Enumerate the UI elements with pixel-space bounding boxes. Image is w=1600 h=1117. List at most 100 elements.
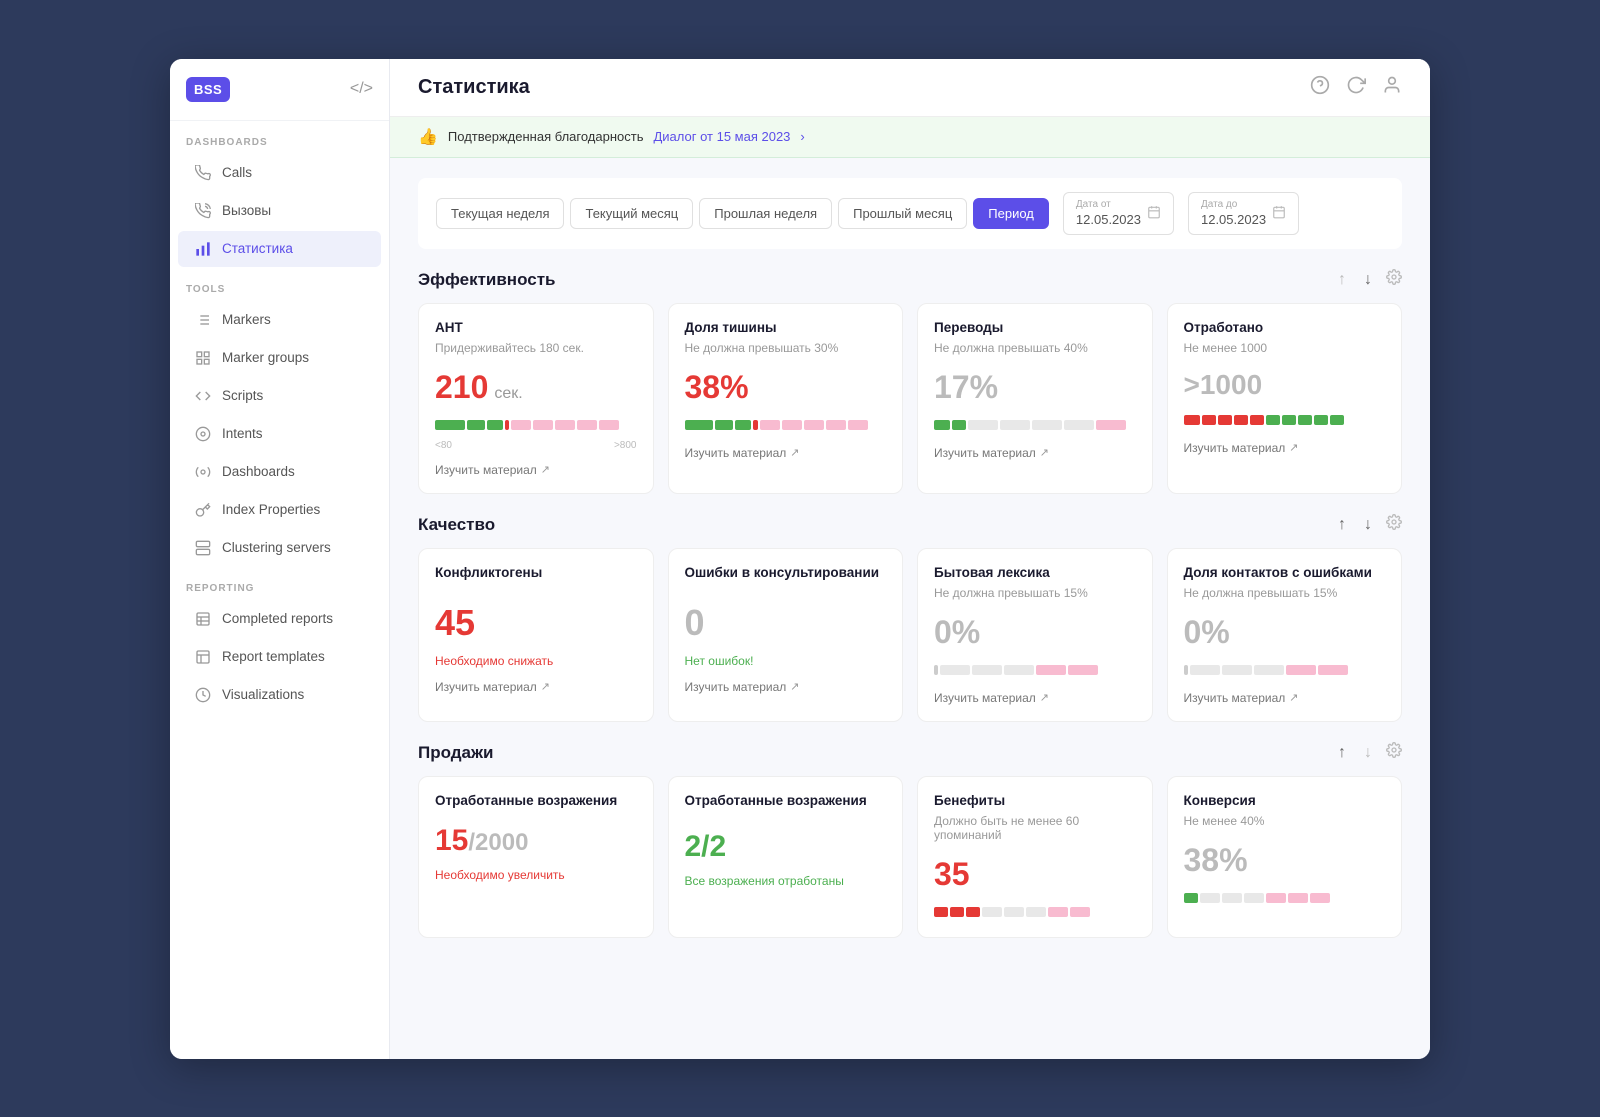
section-p-up-icon[interactable]: ↑ xyxy=(1334,742,1350,764)
external-link-icon-4: ↗ xyxy=(1289,441,1298,454)
card-objections-1-value: 15 xyxy=(435,824,468,858)
card-silence-title: Доля тишины xyxy=(685,320,887,335)
section-kachestvo-title: Качество xyxy=(418,515,495,535)
section-p-gear-icon[interactable] xyxy=(1386,742,1402,763)
sidebar-item-marker-groups-label: Marker groups xyxy=(222,350,309,365)
card-completed-subtitle: Не менее 1000 xyxy=(1184,341,1386,355)
card-ant-link[interactable]: Изучить материал ↗ xyxy=(435,463,637,477)
card-silence: Доля тишины Не должна превышать 30% 38% xyxy=(668,303,904,494)
notification-link[interactable]: Диалог от 15 мая 2023 xyxy=(653,129,790,144)
card-ant-subtitle: Придерживайтесь 180 сек. xyxy=(435,341,637,355)
filter-prev-month[interactable]: Прошлый месяц xyxy=(838,198,967,229)
sidebar-item-index-properties[interactable]: Index Properties xyxy=(178,492,381,528)
card-objections-2-title: Отработанные возражения xyxy=(685,793,887,808)
card-bytovaya-subtitle: Не должна превышать 15% xyxy=(934,586,1136,600)
sidebar-item-dashboards-label: Dashboards xyxy=(222,464,295,479)
sidebar-item-statistika-label: Статистика xyxy=(222,241,293,256)
card-completed-link[interactable]: Изучить материал ↗ xyxy=(1184,441,1386,455)
page-title: Статистика xyxy=(418,76,530,99)
card-consulting-errors-status: Нет ошибок! xyxy=(685,654,887,668)
reporting-section-label: REPORTING xyxy=(170,567,389,600)
sidebar-item-report-templates[interactable]: Report templates xyxy=(178,639,381,675)
notification-text: Подтвержденная благодарность xyxy=(448,129,644,144)
date-to-value: 12.05.2023 xyxy=(1201,212,1266,227)
sidebar-item-completed-reports[interactable]: Completed reports xyxy=(178,601,381,637)
card-bytovaya-link[interactable]: Изучить материал ↗ xyxy=(934,691,1136,705)
visualizations-icon xyxy=(194,686,212,704)
date-filter: Текущая неделя Текущий месяц Прошлая нед… xyxy=(418,178,1402,249)
section-prodazhi-header: Продажи ↑ ↓ xyxy=(418,742,1402,764)
sidebar-item-markers[interactable]: Markers xyxy=(178,302,381,338)
dashboards-icon xyxy=(194,463,212,481)
card-consulting-errors: Ошибки в консультировании 0 Нет ошибок! … xyxy=(668,548,904,722)
date-from-value: 12.05.2023 xyxy=(1076,212,1141,227)
section-up-icon[interactable]: ↑ xyxy=(1334,269,1350,291)
sidebar-item-marker-groups[interactable]: Marker groups xyxy=(178,340,381,376)
card-completed: Отработано Не менее 1000 >1000 xyxy=(1167,303,1403,494)
card-benefits: Бенефиты Должно быть не менее 60 упомина… xyxy=(917,776,1153,938)
filter-prev-week[interactable]: Прошлая неделя xyxy=(699,198,832,229)
sidebar-item-report-templates-label: Report templates xyxy=(222,649,325,664)
card-conflictogens-link[interactable]: Изучить материал ↗ xyxy=(435,680,637,694)
card-ant-value: 210 xyxy=(435,369,488,406)
filter-current-month[interactable]: Текущий месяц xyxy=(570,198,693,229)
main-content: Статистика 👍 Подтвержденная благодарност… xyxy=(390,59,1430,1059)
card-contacts-errors: Доля контактов с ошибками Не должна прев… xyxy=(1167,548,1403,722)
main-scrollable: Текущая неделя Текущий месяц Прошлая нед… xyxy=(390,158,1430,1059)
section-gear-icon[interactable] xyxy=(1386,269,1402,290)
sidebar-item-intents[interactable]: Intents xyxy=(178,416,381,452)
sidebar-item-visualizations-label: Visualizations xyxy=(222,687,304,702)
card-transfers-value: 17% xyxy=(934,369,998,405)
user-icon[interactable] xyxy=(1382,75,1402,100)
logo: BSS xyxy=(186,77,230,102)
sidebar-item-clustering-servers-label: Clustering servers xyxy=(222,540,331,555)
help-icon[interactable] xyxy=(1310,75,1330,100)
card-silence-link[interactable]: Изучить материал ↗ xyxy=(685,446,887,460)
card-contacts-errors-link[interactable]: Изучить материал ↗ xyxy=(1184,691,1386,705)
card-transfers-link[interactable]: Изучить материал ↗ xyxy=(934,446,1136,460)
section-effektivnost-controls: ↑ ↓ xyxy=(1334,269,1402,291)
card-silence-value: 38% xyxy=(685,369,749,405)
calendar-to-icon[interactable] xyxy=(1272,205,1286,222)
card-objections-2-value: 2/2 xyxy=(685,830,727,863)
main-header: Статистика xyxy=(390,59,1430,117)
sidebar-item-clustering-servers[interactable]: Clustering servers xyxy=(178,530,381,566)
section-prodazhi: Продажи ↑ ↓ Отработанные возражения xyxy=(418,742,1402,938)
card-transfers-subtitle: Не должна превышать 40% xyxy=(934,341,1136,355)
card-objections-1: Отработанные возражения 15 /2000 Необход… xyxy=(418,776,654,938)
date-from-label: Дата от xyxy=(1076,200,1141,210)
sidebar-item-scripts[interactable]: Scripts xyxy=(178,378,381,414)
section-k-up-icon[interactable]: ↑ xyxy=(1334,514,1350,536)
sidebar-item-vyzovy[interactable]: Вызовы xyxy=(178,193,381,229)
card-ant: АНТ Придерживайтесь 180 сек. 210 сек. xyxy=(418,303,654,494)
date-to-field[interactable]: Дата до 12.05.2023 xyxy=(1188,192,1299,235)
card-conversion-bar xyxy=(1184,893,1386,903)
section-down-icon[interactable]: ↓ xyxy=(1360,269,1376,291)
calendar-from-icon[interactable] xyxy=(1147,205,1161,222)
sidebar-item-statistika[interactable]: Статистика xyxy=(178,231,381,267)
section-k-gear-icon[interactable] xyxy=(1386,514,1402,535)
notification-bar: 👍 Подтвержденная благодарность Диалог от… xyxy=(390,117,1430,158)
section-kachestvo-controls: ↑ ↓ xyxy=(1334,514,1402,536)
sidebar-toggle-icon[interactable]: </> xyxy=(350,80,373,98)
filter-current-week[interactable]: Текущая неделя xyxy=(436,198,564,229)
section-p-down-icon[interactable]: ↓ xyxy=(1360,742,1376,764)
sidebar-item-calls[interactable]: Calls xyxy=(178,155,381,191)
date-from-field[interactable]: Дата от 12.05.2023 xyxy=(1063,192,1174,235)
card-consulting-errors-link[interactable]: Изучить материал ↗ xyxy=(685,680,887,694)
chart-icon xyxy=(194,240,212,258)
section-k-down-icon[interactable]: ↓ xyxy=(1360,514,1376,536)
card-consulting-errors-value: 0 xyxy=(685,602,705,643)
sidebar-item-visualizations[interactable]: Visualizations xyxy=(178,677,381,713)
section-kachestvo: Качество ↑ ↓ Конфликтогены 45 xyxy=(418,514,1402,722)
sidebar-header: BSS </> xyxy=(170,59,389,121)
table-icon xyxy=(194,610,212,628)
refresh-icon[interactable] xyxy=(1346,75,1366,100)
card-silence-bar xyxy=(685,420,887,430)
card-objections-2-status: Все возражения отработаны xyxy=(685,874,887,888)
card-conflictogens-title: Конфликтогены xyxy=(435,565,637,580)
sidebar-item-dashboards[interactable]: Dashboards xyxy=(178,454,381,490)
list-icon xyxy=(194,311,212,329)
card-ant-unit: сек. xyxy=(494,385,522,403)
filter-period[interactable]: Период xyxy=(973,198,1049,229)
